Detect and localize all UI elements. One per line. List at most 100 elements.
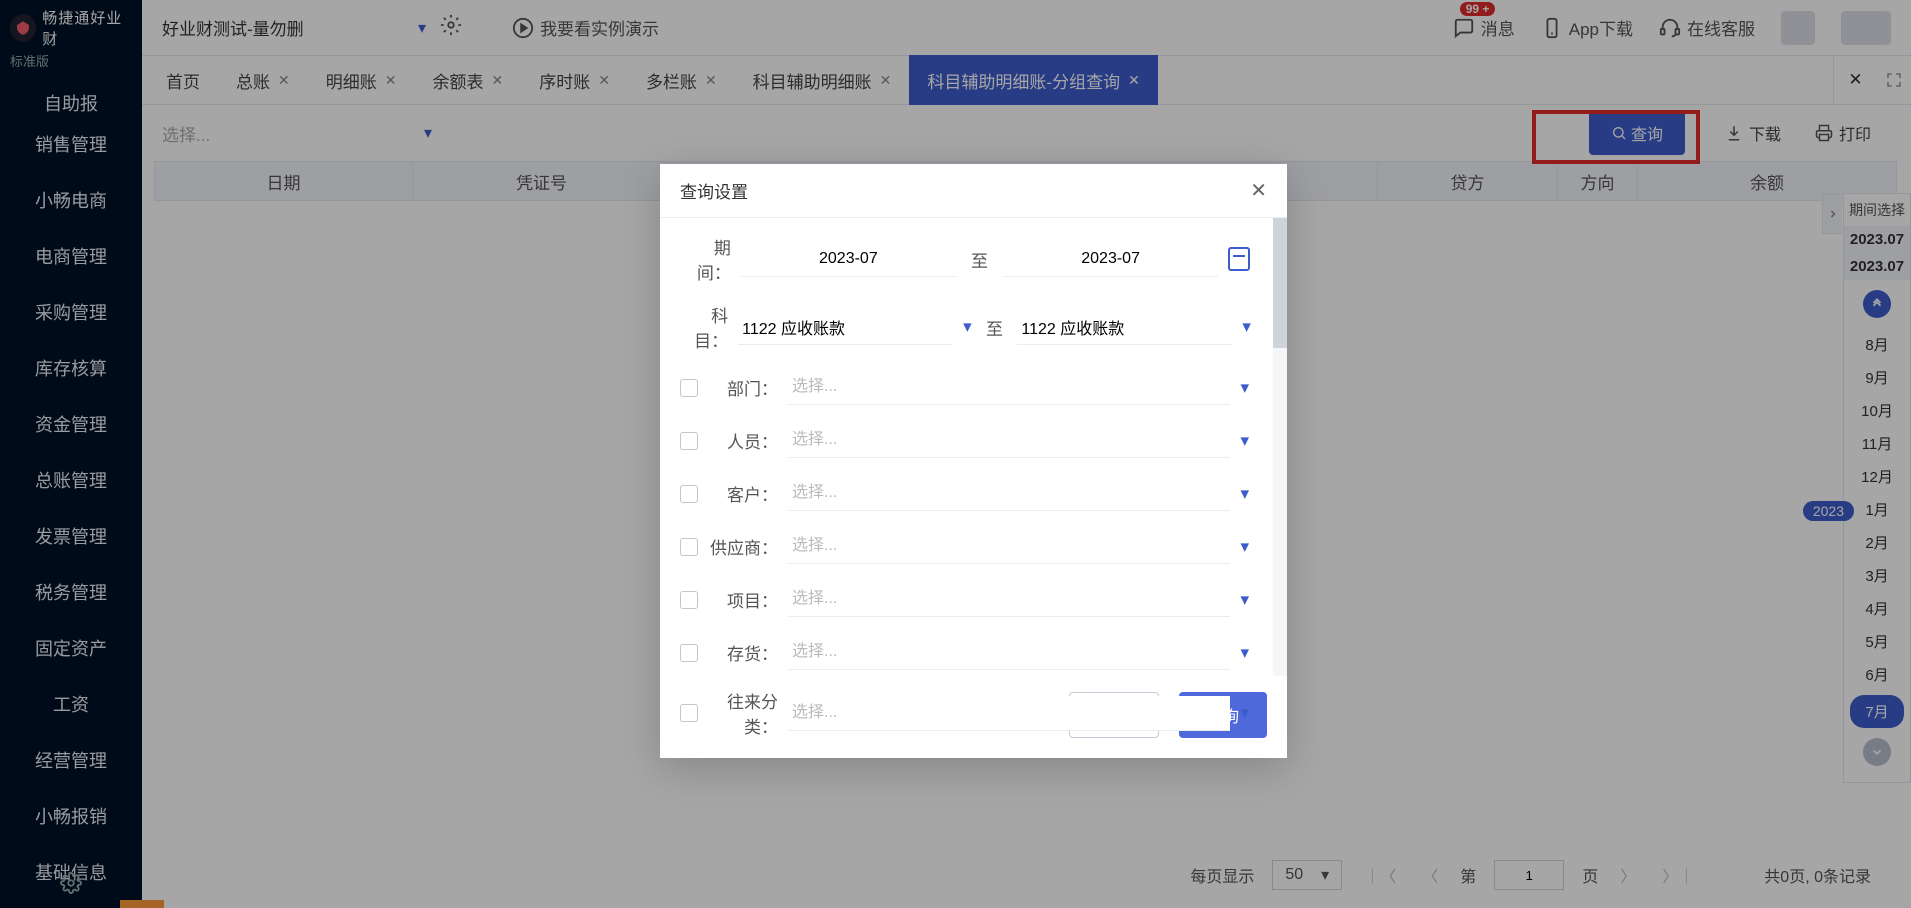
period-collapse-button[interactable] (1822, 194, 1842, 234)
chevron-down-icon[interactable]: ▾ (1240, 703, 1249, 723)
modal-scrollbar-thumb[interactable] (1273, 218, 1287, 348)
period-from-input[interactable] (741, 242, 956, 277)
period-title: 期间选择 (1844, 194, 1910, 226)
close-icon[interactable]: ✕ (598, 72, 610, 89)
demo-link-label: 我要看实例演示 (540, 15, 659, 40)
period-month[interactable]: 8月 (1844, 328, 1910, 361)
subject-separator: 至 (982, 315, 1008, 340)
query-button[interactable]: 查询 (1589, 111, 1685, 155)
close-icon[interactable]: ✕ (278, 72, 290, 89)
chevron-down-icon[interactable]: ▾ (1242, 317, 1251, 337)
tabs-close-all-button[interactable]: ✕ (1833, 55, 1877, 105)
filter-checkbox[interactable] (680, 379, 698, 397)
period-year-from[interactable]: 2023.07 (1844, 226, 1910, 253)
chevron-down-icon[interactable]: ▾ (1240, 484, 1249, 504)
period-month[interactable]: 9月 (1844, 361, 1910, 394)
sidebar-item-assets[interactable]: 固定资产 (0, 620, 142, 676)
print-button[interactable]: 打印 (1815, 121, 1871, 145)
subject-to-input[interactable] (1017, 310, 1232, 345)
sidebar-item-inventory[interactable]: 库存核算 (0, 340, 142, 396)
tab-aux-detail[interactable]: 科目辅助明细账✕ (735, 55, 910, 105)
avatar-small[interactable] (1781, 11, 1815, 45)
sidebar-item-sales[interactable]: 销售管理 (0, 116, 142, 172)
message-badge: 99 + (1460, 2, 1496, 16)
filter-input[interactable] (788, 476, 1230, 511)
chevron-down-icon[interactable]: ▾ (1240, 643, 1249, 663)
period-scroll-down[interactable] (1863, 738, 1891, 766)
tab-ledger[interactable]: 总账✕ (218, 55, 308, 105)
tab-detail[interactable]: 明细账✕ (308, 55, 415, 105)
sidebar-item-business[interactable]: 经营管理 (0, 732, 142, 788)
tab-home[interactable]: 首页 (148, 55, 218, 105)
period-month[interactable]: 11月 (1844, 427, 1910, 460)
sidebar-item-reimburse[interactable]: 小畅报销 (0, 788, 142, 844)
period-year-to[interactable]: 2023.07 (1844, 253, 1910, 280)
close-icon[interactable]: ✕ (1128, 72, 1140, 89)
service-button[interactable]: 在线客服 (1659, 15, 1755, 40)
chevron-up-icon (1870, 297, 1884, 311)
sidebar-settings-button[interactable] (0, 868, 142, 898)
filter-checkbox[interactable] (680, 704, 698, 722)
chevron-down-icon[interactable]: ▾ (1240, 378, 1249, 398)
grouping-select[interactable]: 选择... ▾ (162, 121, 432, 146)
tab-aux-group[interactable]: 科目辅助明细账-分组查询✕ (909, 55, 1157, 105)
fullscreen-button[interactable] (1877, 55, 1911, 105)
filter-input[interactable] (788, 423, 1230, 458)
sidebar-item-invoice[interactable]: 发票管理 (0, 508, 142, 564)
tab-balance[interactable]: 余额表✕ (414, 55, 521, 105)
period-month[interactable]: 12月 (1844, 460, 1910, 493)
sidebar-item-fund[interactable]: 资金管理 (0, 396, 142, 452)
period-month[interactable]: 4月 (1844, 592, 1910, 625)
entity-selector[interactable]: 好业财测试-量勿删 ▾ (162, 14, 462, 41)
filter-input[interactable] (788, 529, 1230, 564)
tab-journal[interactable]: 序时账✕ (521, 55, 628, 105)
message-button[interactable]: 99 + 消息 (1453, 15, 1515, 40)
period-month[interactable]: 10月 (1844, 394, 1910, 427)
close-icon[interactable]: ✕ (385, 72, 397, 89)
filter-input[interactable] (788, 696, 1230, 731)
period-month[interactable]: 3月 (1844, 559, 1910, 592)
chevron-down-icon[interactable]: ▾ (1240, 590, 1249, 610)
filter-label: 项目： (708, 587, 778, 612)
grouping-placeholder: 选择... (162, 121, 210, 146)
filter-checkbox[interactable] (680, 591, 698, 609)
period-to-input[interactable] (1003, 242, 1218, 277)
sidebar-item-ledger[interactable]: 总账管理 (0, 452, 142, 508)
app-download-button[interactable]: App下载 (1541, 15, 1633, 40)
sidebar-item-tax[interactable]: 税务管理 (0, 564, 142, 620)
filter-label: 存货： (708, 640, 778, 665)
filter-checkbox[interactable] (680, 538, 698, 556)
filter-checkbox[interactable] (680, 432, 698, 450)
period-month[interactable]: 6月 (1844, 658, 1910, 691)
close-icon[interactable]: ✕ (705, 72, 717, 89)
subject-from-input[interactable] (738, 310, 953, 345)
avatar-large[interactable] (1841, 11, 1891, 45)
sidebar-item-overflow[interactable]: 自助报 (0, 88, 142, 116)
sidebar-item-xchang-ec[interactable]: 小畅电商 (0, 172, 142, 228)
chevron-down-icon[interactable]: ▾ (1240, 537, 1249, 557)
demo-link[interactable]: 我要看实例演示 (512, 15, 659, 40)
sidebar-item-purchase[interactable]: 采购管理 (0, 284, 142, 340)
close-icon[interactable]: ✕ (491, 72, 503, 89)
close-icon[interactable]: ✕ (880, 72, 892, 89)
filter-checkbox[interactable] (680, 485, 698, 503)
modal-close-button[interactable]: ✕ (1250, 178, 1267, 203)
tab-multi[interactable]: 多栏账✕ (628, 55, 735, 105)
sidebar-item-ecommerce[interactable]: 电商管理 (0, 228, 142, 284)
period-month[interactable]: 2月 (1844, 526, 1910, 559)
period-scroll-up[interactable] (1863, 290, 1891, 318)
calendar-icon[interactable] (1228, 247, 1250, 271)
chevron-down-icon[interactable]: ▾ (1240, 431, 1249, 451)
period-month[interactable]: 5月 (1844, 625, 1910, 658)
download-button[interactable]: 下载 (1725, 121, 1781, 145)
sidebar-item-salary[interactable]: 工资 (0, 676, 142, 732)
filter-checkbox[interactable] (680, 644, 698, 662)
period-month[interactable]: 7月 (1850, 695, 1904, 728)
filter-input[interactable] (788, 370, 1230, 405)
entity-settings-button[interactable] (440, 14, 462, 41)
period-label: 期间： (680, 234, 731, 284)
column-direction: 方向 (1558, 162, 1638, 200)
filter-input[interactable] (788, 582, 1230, 617)
filter-input[interactable] (788, 635, 1230, 670)
chevron-down-icon[interactable]: ▾ (963, 317, 972, 337)
